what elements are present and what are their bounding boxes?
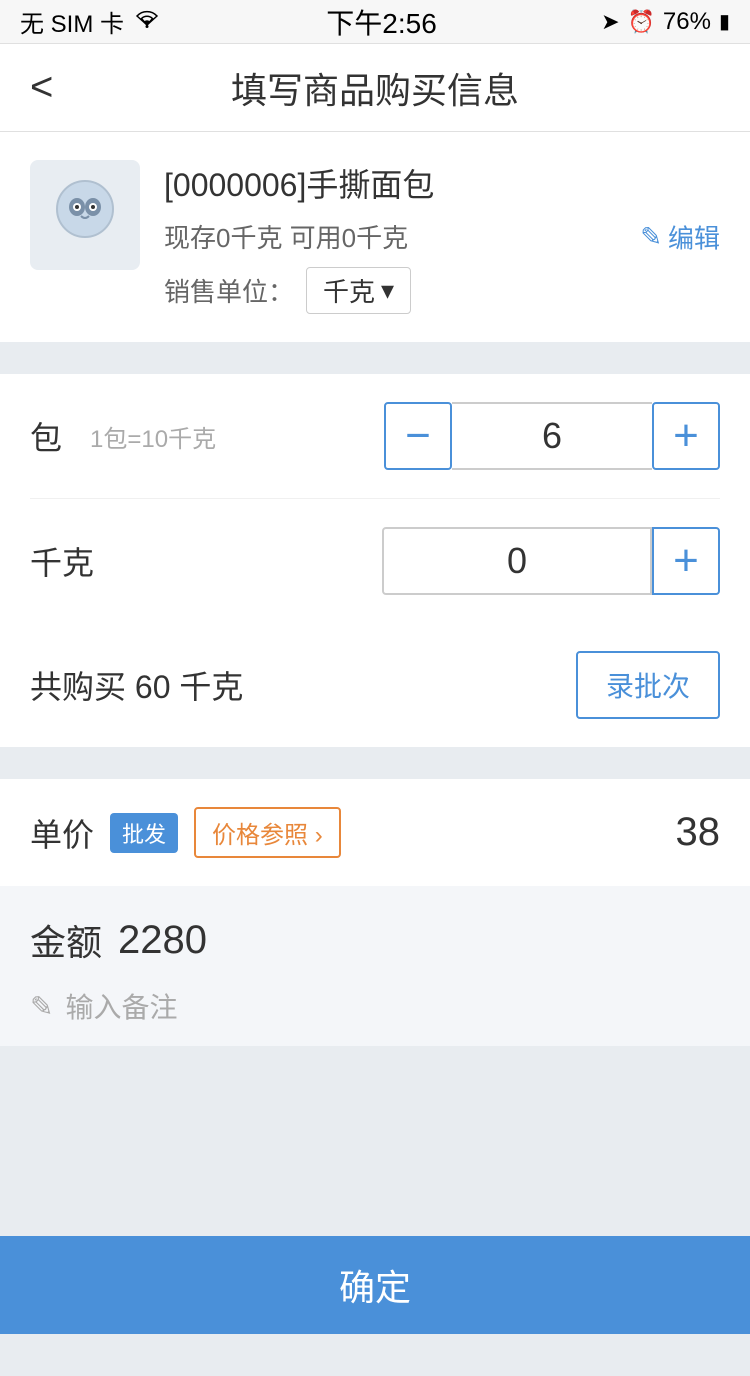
amount-row: 金额 2280 <box>30 914 720 966</box>
price-label: 单价 <box>30 810 94 856</box>
battery-label: 76% <box>663 8 711 36</box>
price-section: 单价 批发 价格参照 › 38 <box>0 779 750 886</box>
amount-label: 金额 <box>30 914 102 966</box>
product-logo-icon <box>55 179 115 251</box>
kg-label: 千克 <box>30 538 94 584</box>
pencil-icon: ✎ <box>30 990 53 1023</box>
confirm-button[interactable]: 确定 <box>0 1236 750 1334</box>
product-stock: 现存0千克 可用0千克 <box>164 218 720 255</box>
remark-label: 输入备注 <box>65 986 177 1026</box>
bao-decrement-button[interactable]: − <box>384 402 452 470</box>
status-time: 下午2:56 <box>326 2 437 42</box>
unit-label: 销售单位： <box>164 272 294 309</box>
bao-input-row: 包 1包=10千克 − + <box>30 374 720 499</box>
battery-icon: ▮ <box>719 9 730 34</box>
summary-section: 共购买 60 千克 录批次 <box>0 623 750 747</box>
remark-row[interactable]: ✎ 输入备注 <box>30 986 720 1026</box>
product-name: [0000006]手撕面包 <box>164 160 720 206</box>
section-divider-1 <box>0 358 750 374</box>
back-button[interactable]: < <box>30 65 53 110</box>
batch-button[interactable]: 录批次 <box>576 651 720 719</box>
page-title: 填写商品购买信息 <box>231 62 519 114</box>
edit-button[interactable]: ✎ 编辑 <box>640 219 720 256</box>
confirm-label: 确定 <box>339 1259 411 1311</box>
summary-text: 共购买 60 千克 <box>30 662 243 708</box>
nav-bar: < 填写商品购买信息 <box>0 44 750 132</box>
carrier-label: 无 SIM 卡 <box>20 4 124 39</box>
price-label-row: 单价 批发 价格参照 › <box>30 807 341 858</box>
kg-increment-button[interactable]: + <box>652 527 720 595</box>
pifa-tag: 批发 <box>110 813 178 853</box>
unit-value: 千克 <box>323 272 375 309</box>
product-info: [0000006]手撕面包 现存0千克 可用0千克 销售单位： 千克 ▾ <box>164 160 720 314</box>
kg-controls: + <box>382 527 720 595</box>
bao-label: 包 <box>30 413 62 459</box>
price-value: 38 <box>676 810 721 855</box>
price-row: 单价 批发 价格参照 › 38 <box>30 807 720 858</box>
amount-value: 2280 <box>118 918 207 963</box>
bao-hint: 1包=10千克 <box>90 419 216 454</box>
status-bar: 无 SIM 卡 下午2:56 ➤ ⏰ 76% ▮ <box>0 0 750 44</box>
kg-quantity-input[interactable] <box>382 527 652 595</box>
section-divider-2 <box>0 747 750 763</box>
bao-increment-button[interactable]: + <box>652 402 720 470</box>
alarm-icon: ⏰ <box>628 9 655 35</box>
product-unit-row: 销售单位： 千克 ▾ <box>164 267 720 314</box>
input-section: 包 1包=10千克 − + 千克 + <box>0 374 750 623</box>
product-thumbnail <box>30 160 140 270</box>
wifi-icon <box>132 7 162 36</box>
location-icon: ➤ <box>601 9 619 35</box>
price-ref-button[interactable]: 价格参照 › <box>194 807 341 858</box>
bao-controls: − + <box>384 402 720 470</box>
chevron-down-icon: ▾ <box>381 275 394 306</box>
edit-label: 编辑 <box>668 219 720 256</box>
edit-icon: ✎ <box>640 222 662 253</box>
status-right: ➤ ⏰ 76% ▮ <box>601 8 730 36</box>
amount-section: 金额 2280 ✎ 输入备注 <box>0 886 750 1046</box>
kg-input-row: 千克 + <box>30 499 720 623</box>
status-left: 无 SIM 卡 <box>20 4 162 39</box>
product-card: [0000006]手撕面包 现存0千克 可用0千克 销售单位： 千克 ▾ ✎ 编… <box>0 132 750 342</box>
bao-quantity-input[interactable] <box>452 402 652 470</box>
unit-select[interactable]: 千克 ▾ <box>306 267 411 314</box>
